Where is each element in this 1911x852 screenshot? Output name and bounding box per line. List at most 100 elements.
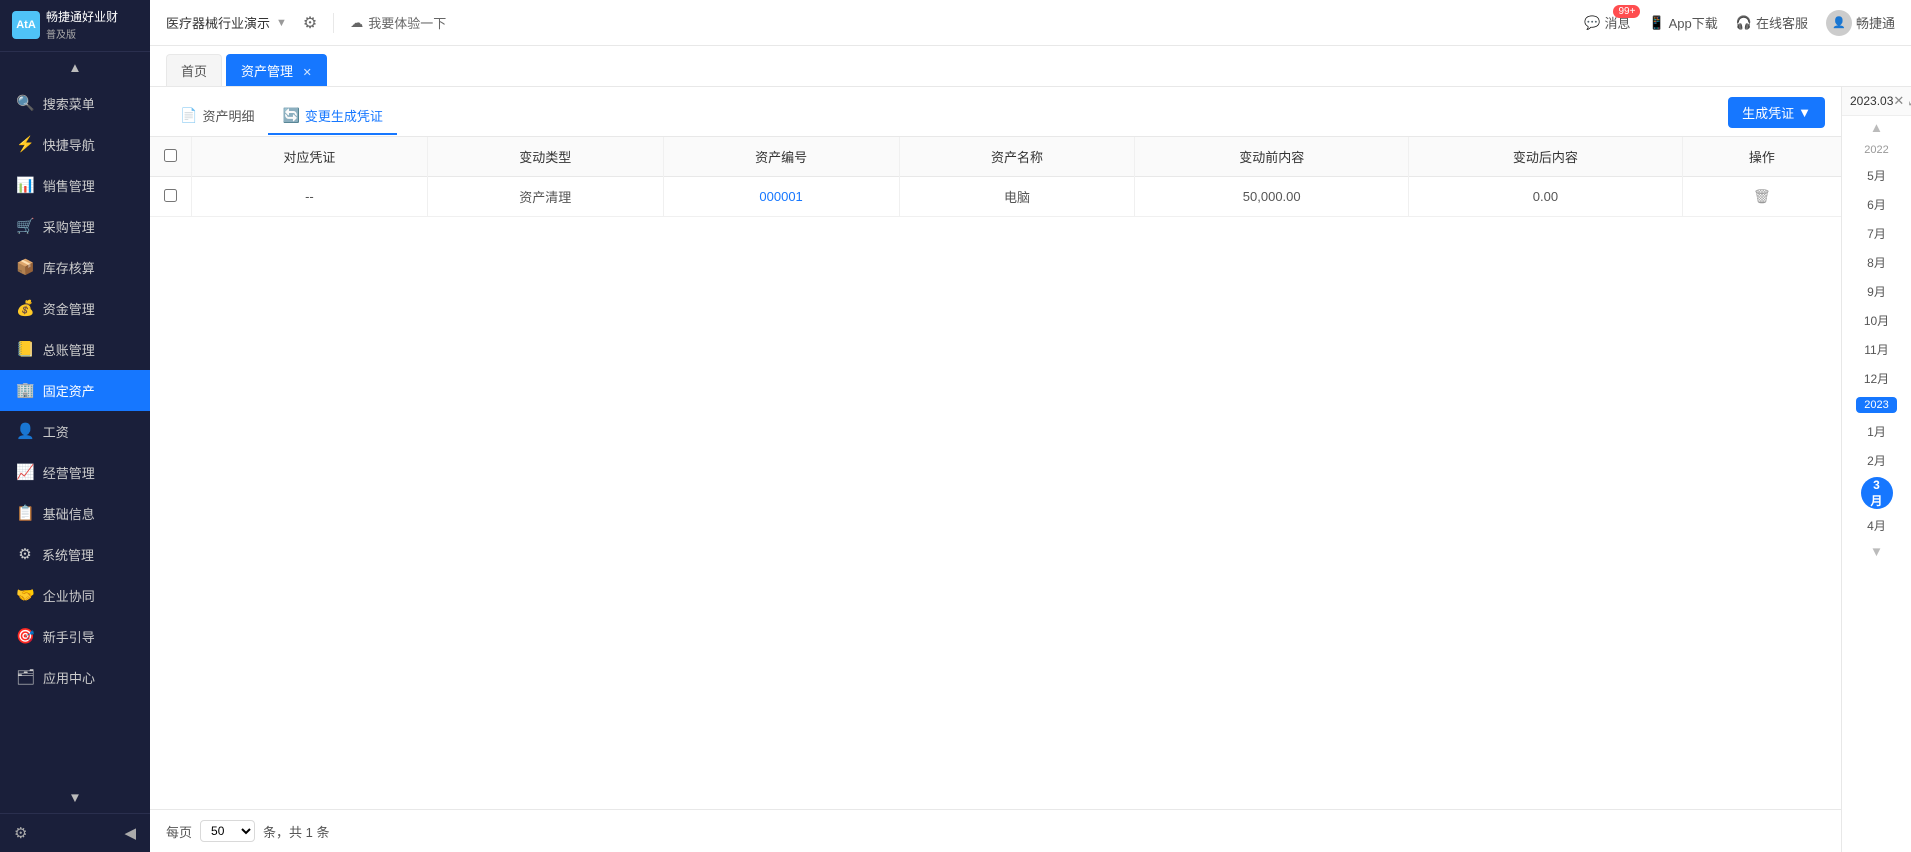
month-2022-11[interactable]: 11月 [1842, 335, 1911, 364]
sidebar-item-quick-nav[interactable]: ⚡ 快捷导航 [0, 124, 150, 165]
sidebar-bottom: ⚙ ◀ [0, 813, 150, 852]
avatar: 👤 [1826, 10, 1852, 36]
month-2022-7[interactable]: 7月 [1842, 219, 1911, 248]
sidebar-item-ledger[interactable]: 📒 总账管理 [0, 329, 150, 370]
app-logo-text: 畅捷通好业财 普及版 [46, 10, 118, 41]
sidebar-item-purchase[interactable]: 🛒 采购管理 [0, 206, 150, 247]
company-selector[interactable]: 医疗器械行业演示 ▼ [166, 13, 287, 32]
date-scroll-down[interactable]: ▼ [1842, 540, 1911, 563]
tab-asset-management[interactable]: 资产管理 ✕ [226, 54, 327, 86]
month-2023-1[interactable]: 1月 [1842, 417, 1911, 446]
month-2022-9[interactable]: 9月 [1842, 277, 1911, 306]
sidebar-item-label: 库存核算 [43, 258, 95, 277]
sidebar-item-label: 系统管理 [42, 545, 94, 564]
year-2023-badge: 2023 [1856, 397, 1896, 413]
sidebar-item-label: 基础信息 [43, 504, 95, 523]
cell-after-change: 0.00 [1409, 177, 1683, 217]
sidebar-item-payroll[interactable]: 👤 工资 [0, 411, 150, 452]
app-logo-icon: AtA [12, 11, 40, 39]
cell-change-type: 资产清理 [427, 177, 663, 217]
sidebar-item-fixed-assets[interactable]: 🏢 固定资产 [0, 370, 150, 411]
user-profile[interactable]: 👤 畅捷通 [1826, 10, 1895, 36]
subtab-change-voucher-label: 变更生成凭证 [305, 106, 383, 125]
experience-link[interactable]: ☁ 我要体验一下 [350, 13, 446, 32]
col-asset-name: 资产名称 [899, 137, 1135, 177]
tab-home-label: 首页 [181, 64, 207, 79]
tab-close-icon[interactable]: ✕ [303, 67, 312, 79]
download-icon: 📱 [1648, 15, 1664, 31]
data-table: 对应凭证 变动类型 资产编号 资产名称 [150, 137, 1841, 809]
date-panel-close-icon[interactable]: ✕ [1893, 93, 1904, 109]
month-2023-4[interactable]: 4月 [1842, 511, 1911, 540]
inventory-icon: 📦 [16, 258, 35, 276]
row-checkbox[interactable] [164, 189, 177, 202]
topbar-right: 💬 消息 99+ 📱 App下载 🎧 在线客服 👤 畅捷通 [1584, 10, 1895, 36]
date-panel: 2023.03 ✕ ⤢ ▲ 2022 5月 6月 7月 [1841, 87, 1911, 852]
col-before-change: 变动前内容 [1135, 137, 1409, 177]
sidebar-item-app-center[interactable]: 🗂 应用中心 [0, 657, 150, 698]
per-page-select[interactable]: 50 10 20 100 [200, 820, 255, 842]
sidebar-item-guide[interactable]: 🎯 新手引导 [0, 616, 150, 657]
sidebar-scroll-up[interactable]: ▲ [0, 56, 150, 79]
app-download-label: App下载 [1669, 13, 1718, 32]
sidebar-item-enterprise[interactable]: 🤝 企业协同 [0, 575, 150, 616]
sidebar-scroll-down[interactable]: ▼ [0, 786, 150, 809]
sidebar-item-operations[interactable]: 📈 经营管理 [0, 452, 150, 493]
month-2023-3-active[interactable]: 3月 [1842, 475, 1911, 511]
sidebar-item-label: 新手引导 [43, 627, 95, 646]
sidebar-item-search-menu[interactable]: 🔍 搜索菜单 [0, 83, 150, 124]
message-button[interactable]: 💬 消息 99+ [1584, 13, 1630, 32]
topbar-settings-icon[interactable]: ⚙ [303, 13, 317, 33]
table-row: -- 资产清理 000001 电脑 [150, 177, 1841, 217]
sidebar-item-funds[interactable]: 💰 资金管理 [0, 288, 150, 329]
company-dropdown-icon: ▼ [276, 17, 287, 29]
operations-icon: 📈 [16, 463, 35, 481]
month-2022-12[interactable]: 12月 [1842, 364, 1911, 393]
col-after-change: 变动后内容 [1409, 137, 1683, 177]
generate-voucher-button[interactable]: 生成凭证 ▼ [1728, 97, 1825, 128]
date-panel-header: 2023.03 [1850, 94, 1893, 108]
total-count-label: 条，共 1 条 [263, 822, 329, 841]
sidebar-item-base-info[interactable]: 📋 基础信息 [0, 493, 150, 534]
base-info-icon: 📋 [16, 504, 35, 522]
ledger-icon: 📒 [16, 340, 35, 358]
pagination-bar: 每页 50 10 20 100 条，共 1 条 [150, 809, 1841, 852]
subtab-asset-detail[interactable]: 📄 资产明细 [166, 98, 268, 135]
table-header-row: 对应凭证 变动类型 资产编号 资产名称 [150, 137, 1841, 177]
content-main: 📄 资产明细 🔄 变更生成凭证 生成凭证 ▼ [150, 87, 1841, 852]
sidebar-item-label: 快捷导航 [43, 135, 95, 154]
date-scroll-up[interactable]: ▲ [1842, 116, 1911, 139]
month-2022-8[interactable]: 8月 [1842, 248, 1911, 277]
subtab-change-voucher[interactable]: 🔄 变更生成凭证 [268, 98, 396, 135]
dropdown-arrow-icon: ▼ [1798, 105, 1811, 120]
month-2022-6[interactable]: 6月 [1842, 190, 1911, 219]
topbar-divider [333, 13, 334, 33]
change-voucher-icon: 🔄 [282, 107, 299, 124]
cell-asset-code: 000001 [663, 177, 899, 217]
sidebar-item-label: 企业协同 [43, 586, 95, 605]
sidebar-item-sales[interactable]: 📊 销售管理 [0, 165, 150, 206]
month-2023-2[interactable]: 2月 [1842, 446, 1911, 475]
sidebar-settings-icon[interactable]: ⚙ [14, 824, 27, 842]
sidebar-item-label: 应用中心 [43, 668, 95, 687]
customer-service-button[interactable]: 🎧 在线客服 [1736, 13, 1808, 32]
cell-operation: 🗑 [1682, 177, 1841, 217]
payroll-icon: 👤 [16, 422, 35, 440]
sidebar-collapse-icon[interactable]: ◀ [124, 824, 136, 842]
sidebar-item-system[interactable]: ⚙ 系统管理 [0, 534, 150, 575]
col-change-type: 变动类型 [427, 137, 663, 177]
system-icon: ⚙ [16, 545, 34, 563]
month-2022-5[interactable]: 5月 [1842, 161, 1911, 190]
delete-row-icon[interactable]: 🗑 [1753, 188, 1771, 204]
subtab-bar: 📄 资产明细 🔄 变更生成凭证 生成凭证 ▼ [150, 87, 1841, 137]
cell-before-change: 50,000.00 [1135, 177, 1409, 217]
tab-home[interactable]: 首页 [166, 54, 222, 86]
month-2022-10[interactable]: 10月 [1842, 306, 1911, 335]
company-name: 医疗器械行业演示 [166, 13, 270, 32]
select-all-checkbox[interactable] [164, 149, 177, 162]
sidebar-item-inventory[interactable]: 📦 库存核算 [0, 247, 150, 288]
sidebar-item-label: 搜索菜单 [43, 94, 95, 113]
cell-asset-name: 电脑 [899, 177, 1135, 217]
per-page-label: 每页 [166, 822, 192, 841]
app-download-button[interactable]: 📱 App下载 [1648, 13, 1717, 32]
